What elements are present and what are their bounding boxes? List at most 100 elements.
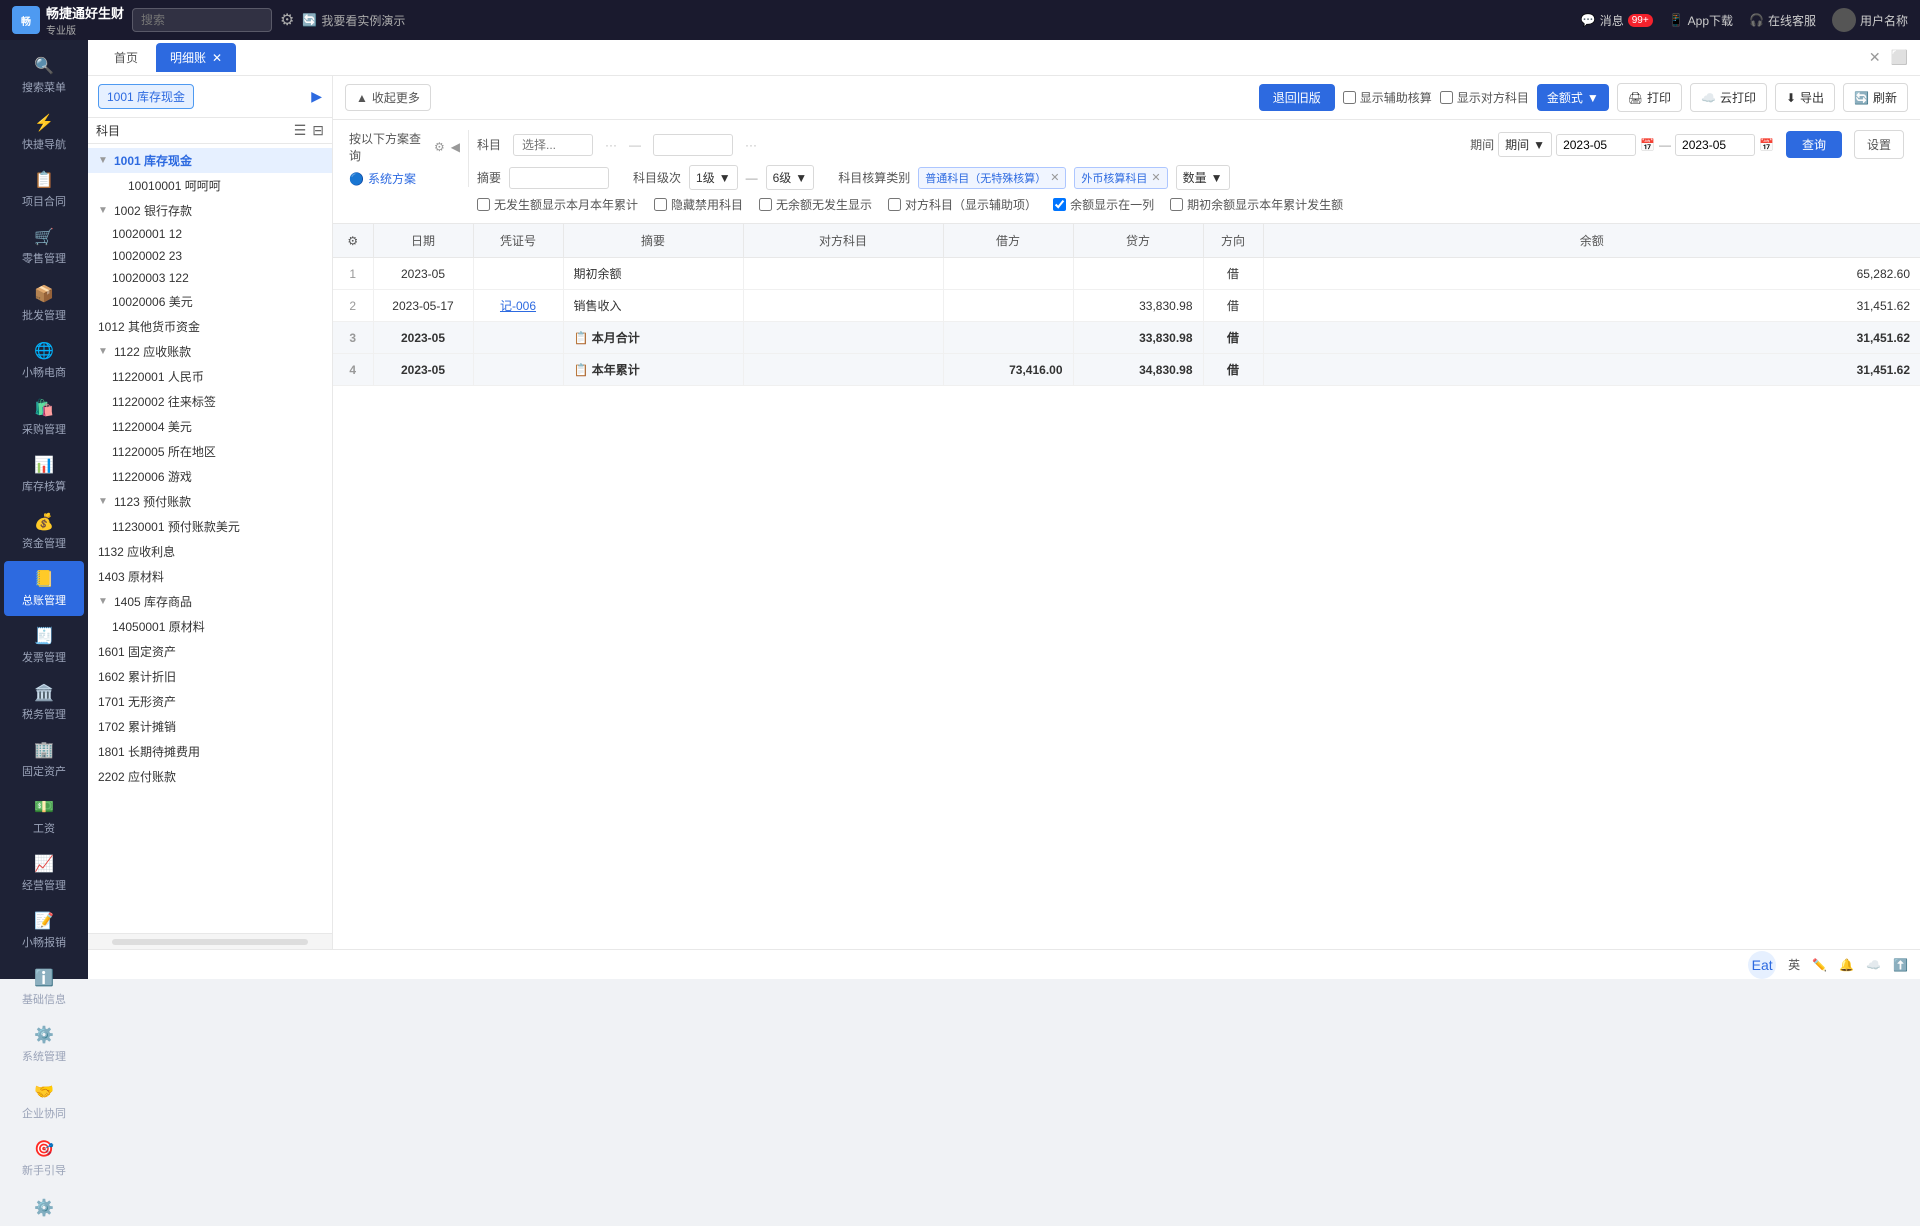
date-start-input[interactable] <box>1556 134 1636 156</box>
period-type-dropdown[interactable]: 期间 ▼ <box>1498 132 1552 157</box>
show-aux-calc-checkbox[interactable]: 显示辅助核算 <box>1343 89 1432 106</box>
shuliang-dropdown[interactable]: 数量 ▼ <box>1176 165 1230 190</box>
sidebar-item-ledger[interactable]: 📒 总账管理 <box>4 561 84 616</box>
print-btn[interactable]: 🖨 打印 <box>1617 83 1682 112</box>
sidebar-item-corp[interactable]: 🤝 企业协同 <box>4 1074 84 1129</box>
kemu-end-input[interactable] <box>653 134 733 156</box>
upload-icon[interactable]: ⬆️ <box>1893 958 1908 972</box>
tree-item-10020003[interactable]: 10020003 122 <box>88 267 332 289</box>
fcb-hide-disabled[interactable]: 隐藏禁用科目 <box>654 196 743 213</box>
table-cell[interactable]: 记-006 <box>473 290 563 322</box>
waibi-tag-close[interactable]: ✕ <box>1151 171 1160 184</box>
query-btn[interactable]: 查询 <box>1786 131 1842 158</box>
tree-item-1405[interactable]: ▼ 1405 库存商品 <box>88 589 332 614</box>
tree-item-1702[interactable]: 1702 累计摊销 <box>88 714 332 739</box>
sidebar-item-finance[interactable]: 💰 资金管理 <box>4 504 84 559</box>
tree-item-11220005[interactable]: 11220005 所在地区 <box>88 439 332 464</box>
th-settings[interactable]: ⚙ <box>333 224 373 258</box>
export-btn[interactable]: ⬇ 导出 <box>1775 83 1835 112</box>
lang-label[interactable]: 英 <box>1788 956 1800 973</box>
scheme-collapse-icon[interactable]: ◀ <box>451 140 460 154</box>
window-resize-icon[interactable]: ⬜ <box>1891 49 1908 66</box>
tree-item-11230001[interactable]: 11230001 预付账款美元 <box>88 514 332 539</box>
selected-account[interactable]: 1001 库存现金 <box>98 84 194 109</box>
sidebar-item-salary[interactable]: 💵 工资 <box>4 789 84 844</box>
sidebar-item-search[interactable]: 🔍 搜索菜单 <box>4 48 84 103</box>
tree-fold-icon[interactable]: ⊟ <box>312 122 324 139</box>
fcb-no-occur[interactable]: 无发生额显示本月本年累计 <box>477 196 638 213</box>
kemu-calc-tag-close[interactable]: ✕ <box>1050 171 1059 184</box>
calendar2-icon[interactable]: 📅 <box>1759 138 1774 152</box>
tree-item-10020001[interactable]: 10020001 12 <box>88 223 332 245</box>
sidebar-item-wholesale[interactable]: 📦 批发管理 <box>4 276 84 331</box>
tab-close-icon[interactable]: ✕ <box>212 51 222 65</box>
edit-icon[interactable]: ✏️ <box>1812 958 1827 972</box>
tree-item-1123[interactable]: ▼ 1123 预付账款 <box>88 489 332 514</box>
sidebar-item-tax[interactable]: 🏛️ 税务管理 <box>4 675 84 730</box>
window-close-icon[interactable]: ✕ <box>1869 49 1881 66</box>
sidebar-item-guide[interactable]: 🎯 新手引导 <box>4 1131 84 1186</box>
tab-home[interactable]: 首页 <box>100 43 152 72</box>
tree-item-1122[interactable]: ▼ 1122 应收账款 <box>88 339 332 364</box>
sidebar-item-settings[interactable]: ⚙️ <box>4 1190 84 1226</box>
sidebar-item-purchase[interactable]: 🛍️ 采购管理 <box>4 390 84 445</box>
sidebar-item-basic[interactable]: ℹ️ 基础信息 <box>4 960 84 1015</box>
sidebar-item-system[interactable]: ⚙️ 系统管理 <box>4 1017 84 1072</box>
top-search-input[interactable] <box>132 8 272 32</box>
sidebar-item-ecommerce[interactable]: 🌐 小畅电商 <box>4 333 84 388</box>
tree-item-11220004[interactable]: 11220004 美元 <box>88 414 332 439</box>
user-avatar[interactable]: 用户名称 <box>1832 8 1908 32</box>
tree-item-1012[interactable]: 1012 其他货币资金 <box>88 314 332 339</box>
sidebar-item-quicknav[interactable]: ⚡ 快捷导航 <box>4 105 84 160</box>
refresh-btn[interactable]: 🔄 刷新 <box>1843 83 1908 112</box>
tree-item-1403[interactable]: 1403 原材料 <box>88 564 332 589</box>
cloud-icon[interactable]: ☁️ <box>1866 958 1881 972</box>
fcb-balance-col[interactable]: 余额显示在一列 <box>1053 196 1154 213</box>
tree-item-11220002[interactable]: 11220002 往来标签 <box>88 389 332 414</box>
tree-item-1801[interactable]: 1801 长期待摊费用 <box>88 739 332 764</box>
tab-mingxi[interactable]: 明细账 ✕ <box>156 43 236 72</box>
online-service-btn[interactable]: 🎧 在线客服 <box>1749 12 1816 29</box>
sidebar-item-operations[interactable]: 📈 经营管理 <box>4 846 84 901</box>
sidebar-item-inventory[interactable]: 📊 库存核算 <box>4 447 84 502</box>
settings-icon[interactable]: ⚙ <box>280 10 294 30</box>
summary-input[interactable] <box>509 167 609 189</box>
level-start-dropdown[interactable]: 1级 ▼ <box>689 165 738 190</box>
bell-icon[interactable]: 🔔 <box>1839 958 1854 972</box>
date-end-input[interactable] <box>1675 134 1755 156</box>
more-btn[interactable]: ▲ 收起更多 <box>345 84 431 111</box>
filter-set-btn[interactable]: 设置 <box>1854 130 1904 159</box>
return-old-btn[interactable]: 退回旧版 <box>1259 84 1335 111</box>
demo-link[interactable]: 🔄 我要看实例演示 <box>302 12 405 29</box>
sidebar-item-report[interactable]: 📝 小畅报销 <box>4 903 84 958</box>
scroll-track[interactable] <box>112 939 307 945</box>
tree-item-11220006[interactable]: 11220006 游戏 <box>88 464 332 489</box>
tree-item-1701[interactable]: 1701 无形资产 <box>88 689 332 714</box>
tree-body[interactable]: ▼ 1001 库存现金 10010001 呵呵呵 ▼ 1002 银行存款 100… <box>88 144 332 933</box>
app-download-btn[interactable]: 📱 App下载 <box>1669 12 1733 29</box>
tree-item-11220001[interactable]: 11220001 人民币 <box>88 364 332 389</box>
display-mode-dropdown[interactable]: 金额式 ▼ <box>1537 84 1609 111</box>
sidebar-item-retail[interactable]: 🛒 零售管理 <box>4 219 84 274</box>
kemu-input[interactable] <box>513 134 593 156</box>
sidebar-item-invoice[interactable]: 🧾 发票管理 <box>4 618 84 673</box>
cloud-print-btn[interactable]: ☁️ 云打印 <box>1690 83 1767 112</box>
calendar-icon[interactable]: 📅 <box>1640 138 1655 152</box>
tree-item-2202[interactable]: 2202 应付账款 <box>88 764 332 789</box>
sidebar-item-assets[interactable]: 🏢 固定资产 <box>4 732 84 787</box>
scheme-item[interactable]: 🔵 系统方案 <box>349 170 460 187</box>
tree-item-14050001[interactable]: 14050001 原材料 <box>88 614 332 639</box>
tree-item-10010001[interactable]: 10010001 呵呵呵 <box>88 173 332 198</box>
tree-item-10020006[interactable]: 10020006 美元 <box>88 289 332 314</box>
tree-item-1002[interactable]: ▼ 1002 银行存款 <box>88 198 332 223</box>
eat-btn[interactable]: Eat <box>1748 951 1776 979</box>
level-end-dropdown[interactable]: 6级 ▼ <box>766 165 815 190</box>
tree-list-icon[interactable]: ☰ <box>294 122 307 139</box>
tree-item-1132[interactable]: 1132 应收利息 <box>88 539 332 564</box>
fcb-show-counter[interactable]: 对方科目（显示辅助项） <box>888 196 1037 213</box>
message-btn[interactable]: 💬 消息 99+ <box>1581 12 1653 29</box>
tree-item-10020002[interactable]: 10020002 23 <box>88 245 332 267</box>
tree-item-1001[interactable]: ▼ 1001 库存现金 <box>88 148 332 173</box>
fcb-no-balance[interactable]: 无余额无发生显示 <box>759 196 872 213</box>
show-counter-checkbox[interactable]: 显示对方科目 <box>1440 89 1529 106</box>
